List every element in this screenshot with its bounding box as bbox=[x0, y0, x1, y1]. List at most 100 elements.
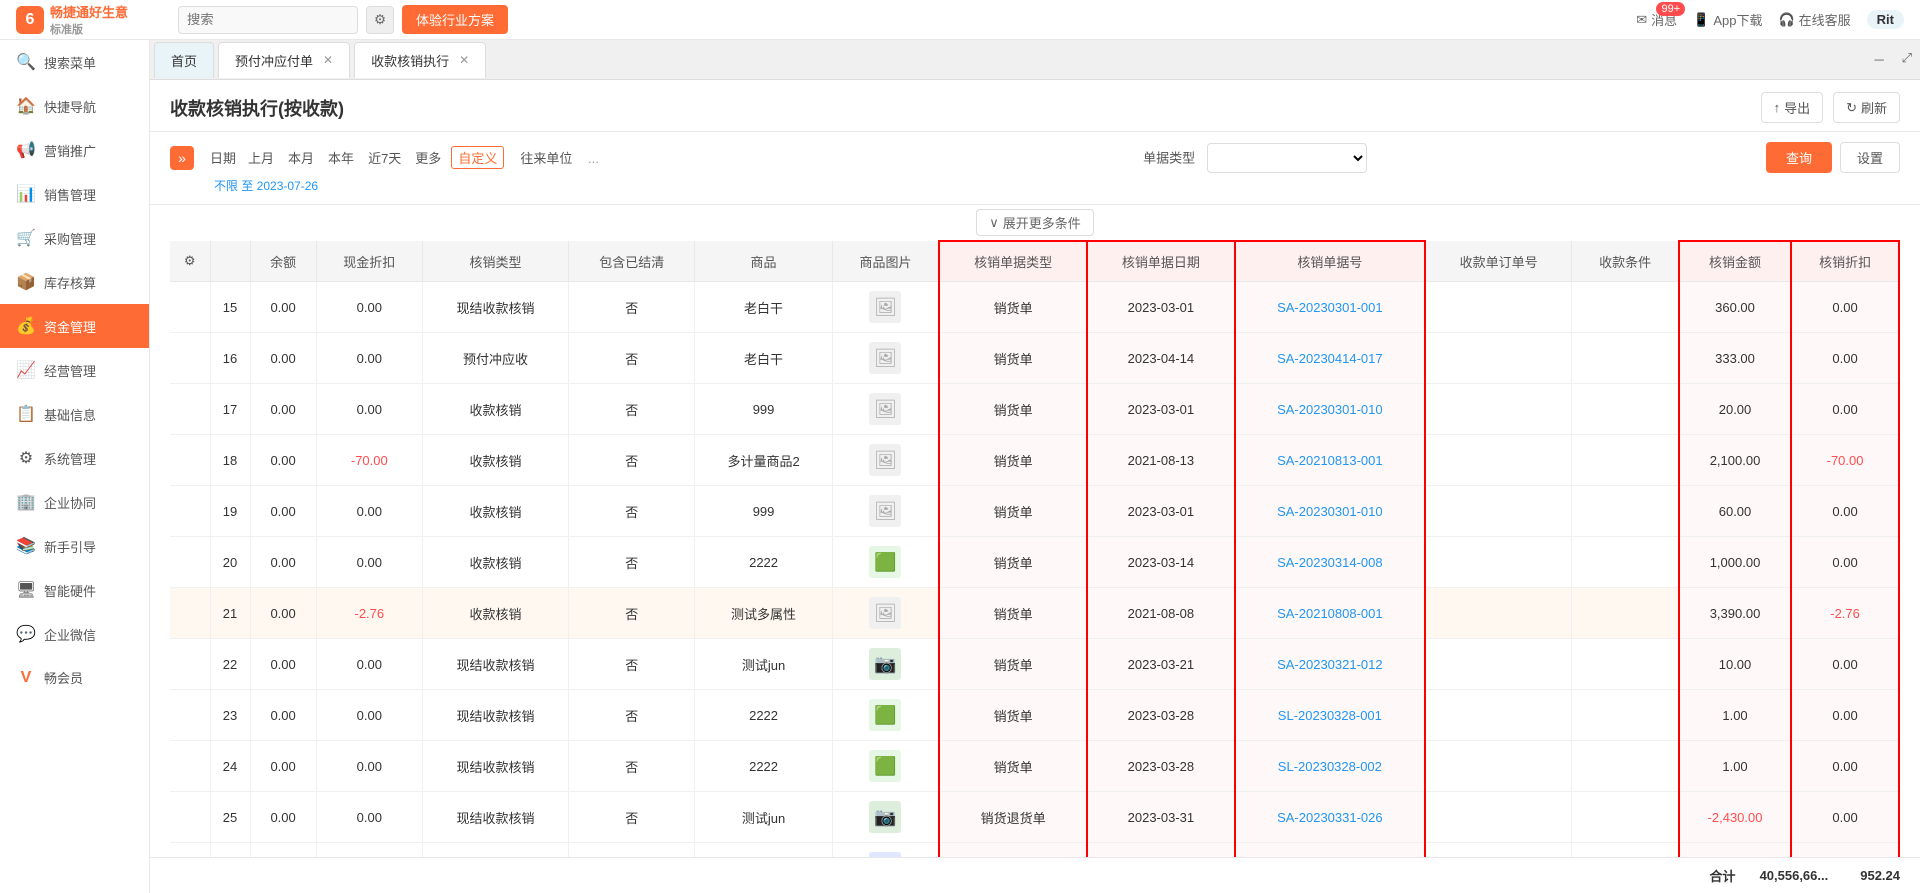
td-writeoff-type: 现结收款核销 bbox=[422, 792, 568, 843]
tab-prepay-label: 预付冲应付单 bbox=[235, 51, 313, 70]
tab-prepay[interactable]: 预付冲应付单 ✕ bbox=[218, 42, 350, 78]
filter-expand-arrow[interactable]: » bbox=[170, 146, 194, 170]
sidebar-item-operations[interactable]: 📈 经营管理 bbox=[0, 348, 149, 392]
writeoff-number-link[interactable]: SA-20230414-017 bbox=[1277, 351, 1383, 366]
sidebar-item-sales[interactable]: 📊 销售管理 bbox=[0, 172, 149, 216]
td-writeoff-date: 2023-03-31 bbox=[1087, 792, 1235, 843]
sidebar-item-basic-info[interactable]: 📋 基础信息 bbox=[0, 392, 149, 436]
td-writeoff-amount: 1.00 bbox=[1679, 741, 1791, 792]
td-settings bbox=[170, 843, 210, 858]
online-service-btn[interactable]: 🎧 在线客服 bbox=[1778, 10, 1850, 29]
td-row-num: 24 bbox=[210, 741, 250, 792]
td-collection-condition bbox=[1572, 384, 1679, 435]
tab-expand-btn[interactable]: ⤢ bbox=[1898, 46, 1916, 73]
td-settings bbox=[170, 741, 210, 792]
td-writeoff-discount: 0.00 bbox=[1791, 792, 1899, 843]
writeoff-number-link[interactable]: SA-20210813-001 bbox=[1277, 453, 1383, 468]
refresh-btn[interactable]: ↻ 刷新 bbox=[1833, 92, 1900, 123]
th-collection-condition: 收款条件 bbox=[1572, 241, 1679, 282]
sidebar-item-finance[interactable]: 💰 资金管理 bbox=[0, 304, 149, 348]
td-writeoff-number: SA-20230321-012 bbox=[1235, 639, 1425, 690]
writeoff-number-link[interactable]: SA-20210808-001 bbox=[1277, 606, 1383, 621]
last7-link[interactable]: 近7天 bbox=[364, 146, 405, 169]
td-cash-discount: -70.00 bbox=[316, 435, 422, 486]
td-writeoff-type: 现结收款核销 bbox=[422, 639, 568, 690]
this-year-link[interactable]: 本年 bbox=[324, 146, 358, 169]
td-settings bbox=[170, 537, 210, 588]
td-writeoff-type: 预收款核销 bbox=[422, 843, 568, 858]
writeoff-number-link[interactable]: SA-20230331-026 bbox=[1277, 810, 1383, 825]
td-goods-image: 🖼 bbox=[832, 435, 939, 486]
td-writeoff-amount: 60.00 bbox=[1679, 486, 1791, 537]
logo-area: 6 畅捷通好生意 标准版 bbox=[16, 2, 166, 37]
tab-home[interactable]: 首页 bbox=[154, 42, 214, 78]
sidebar-item-quick-nav[interactable]: 🏠 快捷导航 bbox=[0, 84, 149, 128]
td-goods-image: 🖼 bbox=[832, 588, 939, 639]
sidebar-item-guide[interactable]: 📚 新手引导 bbox=[0, 524, 149, 568]
settings-btn[interactable]: 设置 bbox=[1840, 142, 1900, 173]
writeoff-number-link[interactable]: SA-20230321-012 bbox=[1277, 657, 1383, 672]
td-goods: 2222 bbox=[695, 537, 832, 588]
sidebar-item-system[interactable]: ⚙ 系统管理 bbox=[0, 436, 149, 480]
td-writeoff-date: 2022-04-14 bbox=[1087, 843, 1235, 858]
sidebar-item-marketing[interactable]: 📢 营销推广 bbox=[0, 128, 149, 172]
td-collection-condition bbox=[1572, 588, 1679, 639]
writeoff-number-link[interactable]: SA-20230301-010 bbox=[1277, 402, 1383, 417]
table-row: 23 0.00 0.00 现结收款核销 否 2222 🟩 销货单 2023-03… bbox=[170, 690, 1899, 741]
table-container[interactable]: ⚙ 余额 现金折扣 核销类型 包含已结清 商品 商品图片 核销单据类型 核销单据… bbox=[150, 240, 1920, 857]
sidebar-item-purchase[interactable]: 🛒 采购管理 bbox=[0, 216, 149, 260]
sidebar-item-hardware[interactable]: 🖥 智能硬件 bbox=[0, 568, 149, 612]
voucher-type-select[interactable] bbox=[1207, 143, 1367, 173]
td-balance: 0.00 bbox=[250, 792, 316, 843]
column-settings-icon[interactable]: ⚙ bbox=[184, 253, 196, 268]
td-balance: 0.00 bbox=[250, 588, 316, 639]
sidebar-item-search[interactable]: 🔍 搜索菜单 bbox=[0, 40, 149, 84]
td-writeoff-voucher-type: 销货单 bbox=[939, 486, 1087, 537]
td-writeoff-type: 现结收款核销 bbox=[422, 741, 568, 792]
tab-collection-close[interactable]: ✕ bbox=[459, 53, 469, 67]
app-download-btn[interactable]: 📱 App下载 bbox=[1693, 10, 1762, 29]
td-settings bbox=[170, 282, 210, 333]
td-writeoff-discount: 0.00 bbox=[1791, 537, 1899, 588]
wechat-icon: 💬 bbox=[16, 624, 36, 644]
message-btn[interactable]: ✉ 消息 99+ bbox=[1636, 10, 1677, 29]
query-btn[interactable]: 查询 bbox=[1766, 142, 1832, 173]
sidebar-item-inventory[interactable]: 📦 库存核算 bbox=[0, 260, 149, 304]
expand-more-btn[interactable]: ∨ 展开更多条件 bbox=[976, 209, 1094, 236]
page-header: 收款核销执行(按收款) ↑ 导出 ↻ 刷新 bbox=[150, 80, 1920, 132]
td-writeoff-date: 2023-03-28 bbox=[1087, 690, 1235, 741]
th-settings[interactable]: ⚙ bbox=[170, 241, 210, 282]
writeoff-number-link[interactable]: SA-20230301-010 bbox=[1277, 504, 1383, 519]
writeoff-number-link[interactable]: SA-20230314-008 bbox=[1277, 555, 1383, 570]
system-icon: ⚙ bbox=[16, 448, 36, 468]
table-row: 26 0.00 0.00 预收款核销 否 123D商品 🏠 销货单 2022-0… bbox=[170, 843, 1899, 858]
sidebar-item-wechat[interactable]: 💬 企业微信 bbox=[0, 612, 149, 656]
last-month-link[interactable]: 上月 bbox=[244, 146, 278, 169]
trial-btn[interactable]: 体验行业方案 bbox=[402, 5, 508, 34]
td-writeoff-amount: 20.00 bbox=[1679, 843, 1791, 858]
sidebar-item-enterprise[interactable]: 🏢 企业协同 bbox=[0, 480, 149, 524]
brand-name: 畅捷通好生意 bbox=[50, 2, 128, 21]
tab-prepay-close[interactable]: ✕ bbox=[323, 53, 333, 67]
top-search-input[interactable] bbox=[178, 6, 358, 34]
refresh-icon: ↻ bbox=[1846, 100, 1857, 116]
this-month-link[interactable]: 本月 bbox=[284, 146, 318, 169]
custom-link[interactable]: 自定义 bbox=[451, 146, 504, 169]
tab-collection[interactable]: 收款核销执行 ✕ bbox=[354, 42, 486, 78]
finance-icon: 💰 bbox=[16, 316, 36, 336]
td-included-settled: 否 bbox=[569, 282, 695, 333]
tab-minimize-btn[interactable]: － bbox=[1869, 46, 1890, 73]
td-writeoff-discount: 0.00 bbox=[1791, 639, 1899, 690]
th-row-num bbox=[210, 241, 250, 282]
writeoff-number-link[interactable]: SA-20230301-001 bbox=[1277, 300, 1383, 315]
td-writeoff-type: 收款核销 bbox=[422, 384, 568, 435]
writeoff-number-link[interactable]: SL-20230328-001 bbox=[1278, 708, 1382, 723]
gear-button[interactable]: ⚙ bbox=[366, 6, 394, 34]
export-btn[interactable]: ↑ 导出 bbox=[1761, 92, 1824, 123]
td-goods-image: 📷 bbox=[832, 639, 939, 690]
writeoff-number-link[interactable]: SL-20230328-002 bbox=[1278, 759, 1382, 774]
sidebar-item-member[interactable]: V 畅会员 bbox=[0, 656, 149, 699]
more-link[interactable]: 更多 bbox=[411, 146, 445, 169]
user-avatar[interactable]: Rit bbox=[1867, 10, 1904, 29]
td-writeoff-discount: 0.00 bbox=[1791, 690, 1899, 741]
